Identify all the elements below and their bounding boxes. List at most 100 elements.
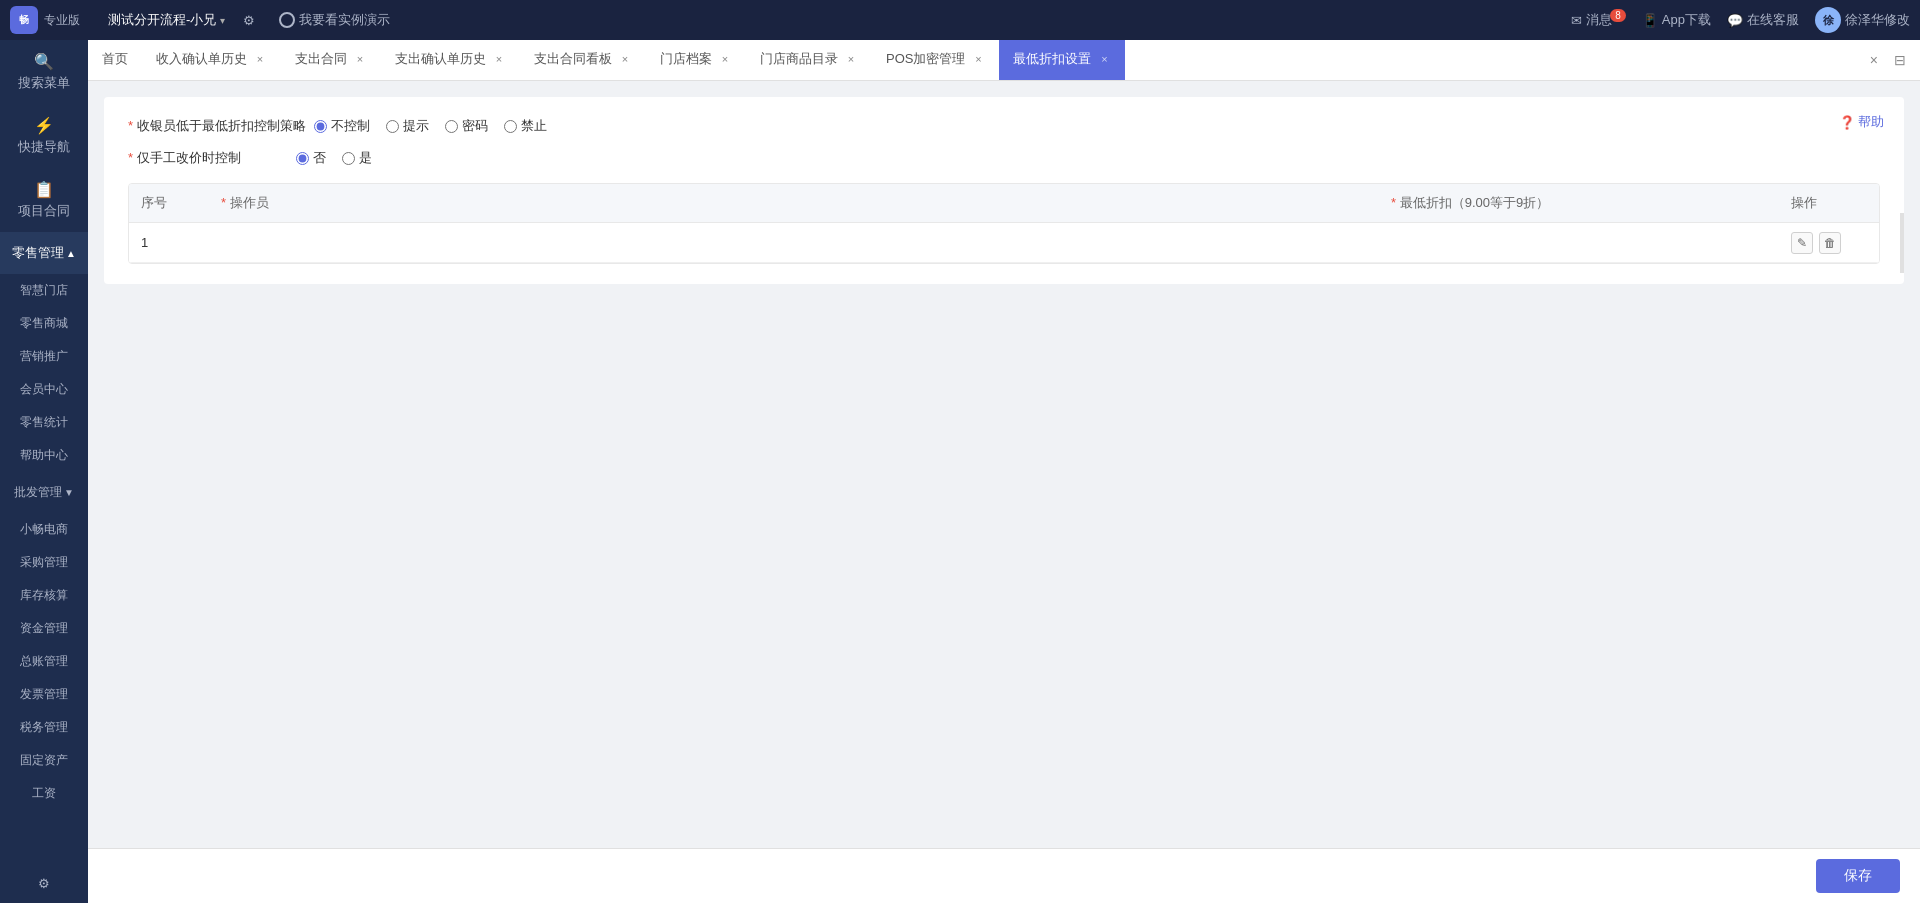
gear-icon: ⚙: [243, 13, 255, 28]
sidebar-item-label: 零售统计: [20, 414, 68, 431]
radio-password-input[interactable]: [445, 120, 458, 133]
radio-password[interactable]: 密码: [445, 117, 488, 135]
tab-store-catalog[interactable]: 门店商品目录 ×: [746, 40, 872, 80]
tab-store-file[interactable]: 门店档案 ×: [646, 40, 746, 80]
sidebar-item-wholesale[interactable]: 批发管理 ▼: [0, 472, 88, 513]
tab-min-discount[interactable]: 最低折扣设置 ×: [999, 40, 1125, 80]
tab-close-icon[interactable]: ×: [492, 52, 506, 66]
radio-forbid-input[interactable]: [504, 120, 517, 133]
tab-payment-confirm[interactable]: 支出确认单历史 ×: [381, 40, 520, 80]
sidebar-item-retail-stats[interactable]: 零售统计: [0, 406, 88, 439]
sidebar-item-label: 工资: [32, 785, 56, 802]
th-min-discount: * 最低折扣（9.00等于9折）: [1379, 184, 1779, 222]
question-icon: ❓: [1839, 115, 1855, 130]
sidebar-item-smart-store[interactable]: 智慧门店: [0, 274, 88, 307]
sidebar-item-project[interactable]: 📋 项目合同: [0, 168, 88, 232]
sidebar-item-search[interactable]: 🔍 搜索菜单: [0, 40, 88, 104]
page-content: ❓ 帮助 * 收银员低于最低折扣控制策略 不控制: [88, 81, 1920, 848]
sidebar-item-inventory[interactable]: 库存核算: [0, 579, 88, 612]
delete-button[interactable]: 🗑: [1819, 232, 1841, 254]
sidebar-item-label: 智慧门店: [20, 282, 68, 299]
radio-remind[interactable]: 提示: [386, 117, 429, 135]
sidebar-item-marketing[interactable]: 营销推广: [0, 340, 88, 373]
demo-link[interactable]: 我要看实例演示: [279, 11, 390, 29]
sidebar-item-label: 营销推广: [20, 348, 68, 365]
radio-manual-yes[interactable]: 是: [342, 149, 372, 167]
tab-close-icon[interactable]: ×: [1097, 52, 1111, 66]
radio-manual-no-input[interactable]: [296, 152, 309, 165]
sidebar-item-label: 快捷导航: [18, 138, 70, 156]
online-service-button[interactable]: 💬 在线客服: [1727, 11, 1799, 29]
sidebar-item-invoice[interactable]: 发票管理: [0, 678, 88, 711]
sidebar-item-label: 采购管理: [20, 554, 68, 571]
tab-close-icon[interactable]: ×: [718, 52, 732, 66]
tab-label: 门店商品目录: [760, 50, 838, 68]
cashier-policy-row: * 收银员低于最低折扣控制策略 不控制 提示: [128, 117, 1880, 135]
settings-icon: ⚙: [38, 876, 50, 891]
message-button[interactable]: ✉ 消息 8: [1571, 11, 1626, 29]
delete-icon: 🗑: [1824, 236, 1836, 250]
tab-close-icon[interactable]: ×: [253, 52, 267, 66]
sidebar-item-label: 零售商城: [20, 315, 68, 332]
top-bar: 畅 专业版 测试分开流程-小兄 ▾ ⚙ 我要看实例演示 ✉ 消息 8 📱 App…: [0, 0, 1920, 40]
download-icon: 📱: [1642, 13, 1658, 28]
tab-income-history[interactable]: 收入确认单历史 ×: [142, 40, 281, 80]
save-button[interactable]: 保存: [1816, 859, 1900, 893]
sidebar-item-salary[interactable]: 工资: [0, 777, 88, 810]
tab-payment-contract[interactable]: 支出合同 ×: [281, 40, 381, 80]
tab-payment-board[interactable]: 支出合同看板 ×: [520, 40, 646, 80]
demo-label: 我要看实例演示: [299, 11, 390, 29]
message-badge: 8: [1610, 9, 1626, 22]
tab-pos-password[interactable]: POS加密管理 ×: [872, 40, 999, 80]
user-menu[interactable]: 徐 徐泽华修改: [1815, 7, 1910, 33]
tab-menu-button[interactable]: ⊟: [1888, 48, 1912, 72]
sidebar-item-retail[interactable]: 零售管理 ▲: [0, 232, 88, 274]
tab-home[interactable]: 首页: [88, 40, 142, 80]
search-icon: 🔍: [34, 52, 54, 71]
help-link[interactable]: ❓ 帮助: [1839, 113, 1884, 131]
radio-password-label: 密码: [462, 117, 488, 135]
table-row: 1 ✎ 🗑: [129, 223, 1879, 263]
required-star: *: [221, 195, 230, 210]
sidebar-item-asset[interactable]: 固定资产: [0, 744, 88, 777]
edit-button[interactable]: ✎: [1791, 232, 1813, 254]
radio-remind-input[interactable]: [386, 120, 399, 133]
th-index: 序号: [129, 184, 209, 222]
sidebar-item-label: 零售管理: [12, 244, 64, 262]
sidebar-item-ecommerce[interactable]: 小畅电商: [0, 513, 88, 546]
sidebar-item-label: 搜索菜单: [18, 74, 70, 92]
demo-circle-icon: [279, 12, 295, 28]
radio-no-control[interactable]: 不控制: [314, 117, 370, 135]
tab-close-icon[interactable]: ×: [353, 52, 367, 66]
topbar-settings-button[interactable]: ⚙: [235, 6, 263, 34]
radio-no-control-label: 不控制: [331, 117, 370, 135]
sidebar-item-purchase[interactable]: 采购管理: [0, 546, 88, 579]
app-logo: 畅 专业版: [10, 6, 98, 34]
app-download-label: App下载: [1662, 11, 1711, 29]
sidebar-item-member[interactable]: 会员中心: [0, 373, 88, 406]
sidebar-item-finance[interactable]: 资金管理: [0, 612, 88, 645]
chevron-up-icon: ▲: [66, 248, 76, 259]
radio-no-control-input[interactable]: [314, 120, 327, 133]
contract-icon: 📋: [34, 180, 54, 199]
sidebar-item-shortcut[interactable]: ⚡ 快捷导航: [0, 104, 88, 168]
radio-manual-yes-input[interactable]: [342, 152, 355, 165]
required-star: *: [128, 118, 137, 133]
sidebar-item-tax[interactable]: 税务管理: [0, 711, 88, 744]
sidebar-item-ledger[interactable]: 总账管理: [0, 645, 88, 678]
tab-close-icon[interactable]: ×: [971, 52, 985, 66]
sidebar-item-label: 帮助中心: [20, 447, 68, 464]
sidebar-item-label: 固定资产: [20, 752, 68, 769]
radio-manual-no[interactable]: 否: [296, 149, 326, 167]
project-name: 测试分开流程-小兄: [108, 11, 216, 29]
project-selector[interactable]: 测试分开流程-小兄 ▾: [98, 11, 235, 29]
tab-close-all-button[interactable]: ×: [1864, 48, 1884, 72]
sidebar-settings-button[interactable]: ⚙: [0, 864, 88, 903]
tab-close-icon[interactable]: ×: [618, 52, 632, 66]
sidebar-item-retail-mall[interactable]: 零售商城: [0, 307, 88, 340]
sidebar-item-help[interactable]: 帮助中心: [0, 439, 88, 472]
radio-forbid[interactable]: 禁止: [504, 117, 547, 135]
app-download-button[interactable]: 📱 App下载: [1642, 11, 1711, 29]
tab-label: 收入确认单历史: [156, 50, 247, 68]
tab-close-icon[interactable]: ×: [844, 52, 858, 66]
